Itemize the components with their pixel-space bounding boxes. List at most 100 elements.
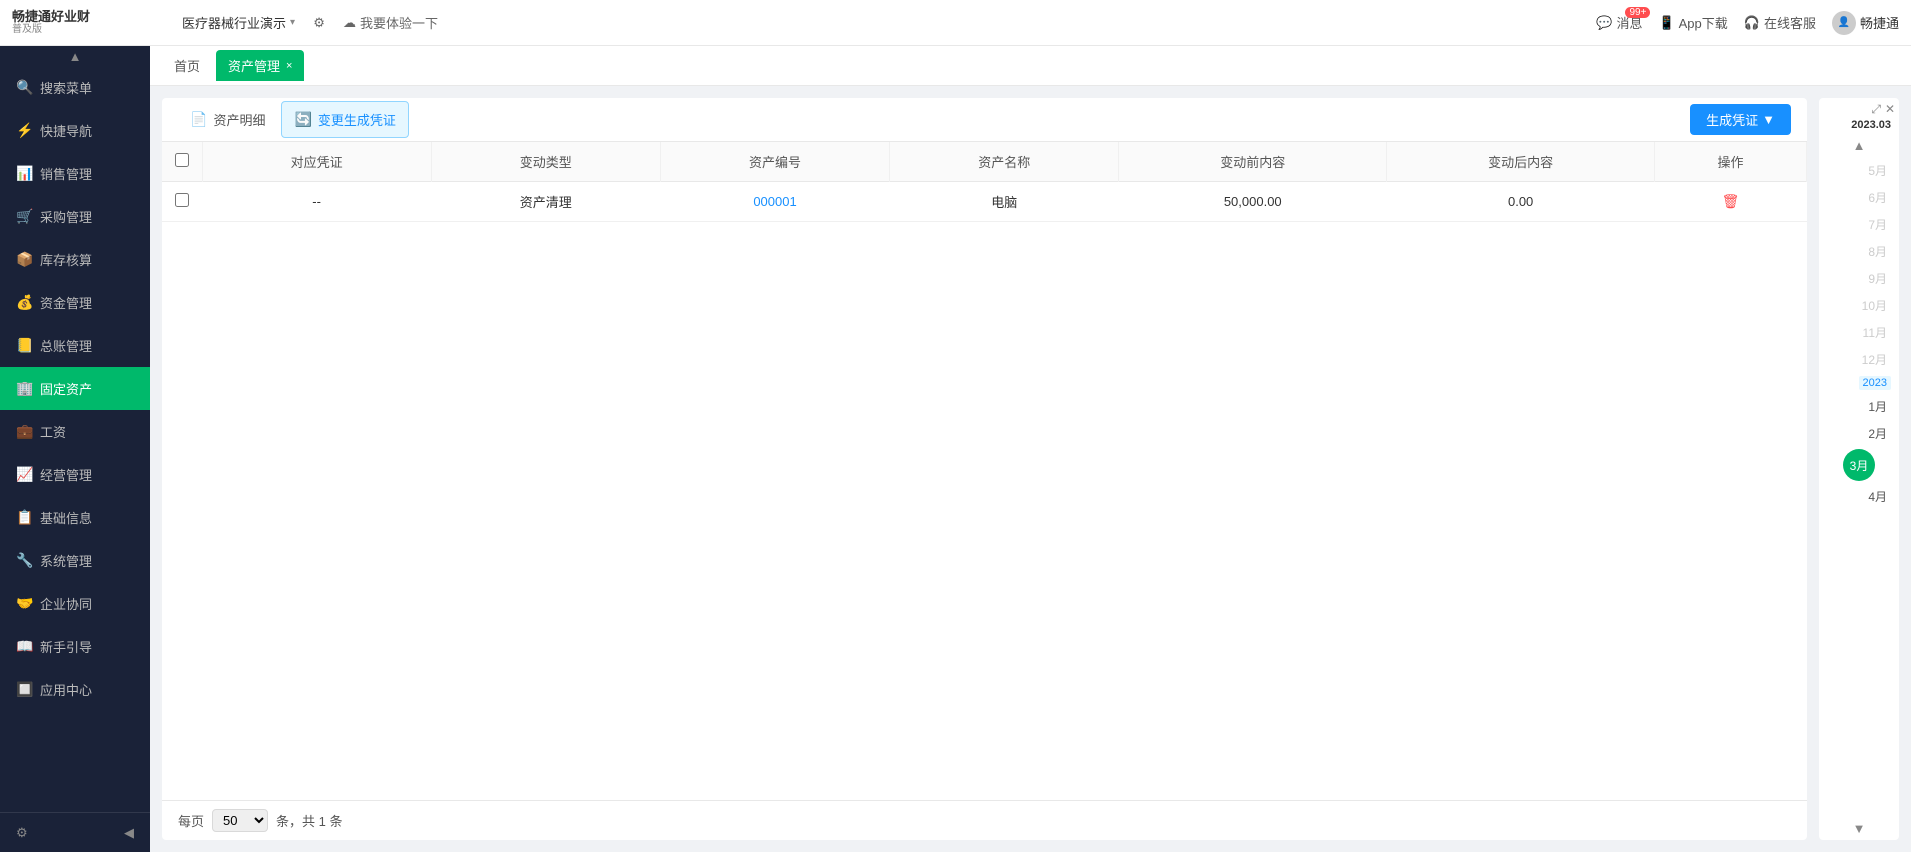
user-area[interactable]: 👤 畅捷通 (1832, 11, 1899, 35)
money-icon: 💰 (16, 294, 32, 311)
handshake-icon: 🤝 (16, 595, 32, 612)
data-table: 对应凭证 变动类型 资产编号 资产名称 变动前内容 变动后内容 操作 (162, 142, 1807, 222)
per-page-select[interactable]: 50 10 20 100 (212, 809, 268, 832)
main-panel: 📄 资产明细 🔄 变更生成凭证 生成凭证 ▼ (162, 98, 1807, 840)
th-action: 操作 (1655, 142, 1807, 182)
building-icon: 🏢 (16, 380, 32, 397)
calendar-month-11-prev[interactable]: 11月 (1819, 319, 1899, 346)
table-header-row: 对应凭证 变动类型 资产编号 资产名称 变动前内容 变动后内容 操作 (162, 142, 1807, 182)
td-asset-code[interactable]: 000001 (660, 182, 889, 222)
calendar-month-4[interactable]: 4月 (1819, 483, 1899, 510)
sidebar-item-label: 经营管理 (40, 465, 92, 484)
sidebar-item-label: 新手引导 (40, 637, 92, 656)
sub-tab-voucher-change[interactable]: 🔄 变更生成凭证 (281, 101, 408, 138)
sidebar: ▲ 🔍 搜索菜单 ⚡ 快捷导航 📊 销售管理 🛒 采购管理 📦 库存核算 (0, 46, 150, 852)
th-before-change: 变动前内容 (1119, 142, 1387, 182)
company-selector[interactable]: 医疗器械行业演示 ▾ (182, 13, 295, 32)
calendar-year-month: 2023.03 (1819, 117, 1899, 133)
calendar-scroll-down[interactable]: ▼ (1819, 816, 1899, 840)
app-download-button[interactable]: 📱 App下载 (1658, 13, 1727, 32)
gear-icon: ⚙ (313, 15, 325, 31)
generate-voucher-button[interactable]: 生成凭证 ▼ (1690, 104, 1791, 135)
table-row: -- 资产清理 000001 电脑 50,000.00 0.00 🗑 (162, 182, 1807, 222)
change-icon: 🔄 (294, 111, 311, 128)
calendar-month-3-container: 3月 (1819, 447, 1899, 483)
select-all-checkbox[interactable] (175, 153, 189, 167)
sidebar-item-app-center[interactable]: 🔲 应用中心 (0, 668, 150, 711)
calendar-close-icon[interactable]: ✕ (1885, 102, 1895, 117)
calendar-month-5-prev[interactable]: 5月 (1819, 157, 1899, 184)
logo-area: 畅捷通好业财 普及版 (12, 9, 162, 37)
calendar-scroll-up[interactable]: ▲ (1819, 133, 1899, 157)
sidebar-item-payroll[interactable]: 💼 工资 (0, 410, 150, 453)
sub-tab-asset-detail[interactable]: 📄 资产明细 (178, 102, 277, 137)
clipboard-icon: 📋 (16, 509, 32, 526)
th-checkbox (162, 142, 202, 182)
tab-close-button[interactable]: × (286, 60, 292, 72)
sidebar-settings-icon[interactable]: ⚙ (16, 825, 28, 841)
message-button[interactable]: 💬 消息 99+ (1596, 13, 1642, 32)
sidebar-item-enterprise[interactable]: 🤝 企业协同 (0, 582, 150, 625)
th-voucher: 对应凭证 (202, 142, 431, 182)
calendar-month-6-prev[interactable]: 6月 (1819, 184, 1899, 211)
pagination: 每页 50 10 20 100 条，共 1 条 (162, 800, 1807, 840)
sidebar-item-operations[interactable]: 📈 经营管理 (0, 453, 150, 496)
phone-icon: 📱 (1658, 15, 1674, 31)
td-change-type: 资产清理 (431, 182, 660, 222)
row-checkbox[interactable] (175, 193, 189, 207)
tab-home-label: 首页 (174, 59, 200, 74)
sidebar-collapse-icon[interactable]: ◀ (124, 825, 134, 841)
sidebar-item-sales[interactable]: 📊 销售管理 (0, 152, 150, 195)
sidebar-item-inventory[interactable]: 📦 库存核算 (0, 238, 150, 281)
calendar-panel: ⤢ ✕ 2023.03 ▲ 5月 6月 7月 8月 9月 10月 11月 12月 (1819, 98, 1899, 840)
calendar-month-1[interactable]: 1月 (1819, 393, 1899, 420)
calendar-month-8-prev[interactable]: 8月 (1819, 238, 1899, 265)
experience-label: 我要体验一下 (360, 13, 438, 32)
book-icon: 📒 (16, 337, 32, 354)
sidebar-item-label: 快捷导航 (40, 121, 92, 140)
table-container: 对应凭证 变动类型 资产编号 资产名称 变动前内容 变动后内容 操作 (162, 142, 1807, 800)
calendar-month-10-prev[interactable]: 10月 (1819, 292, 1899, 319)
th-change-type: 变动类型 (431, 142, 660, 182)
td-after-change: 0.00 (1387, 182, 1655, 222)
sidebar-item-guide[interactable]: 📖 新手引导 (0, 625, 150, 668)
document-icon: 📄 (190, 111, 207, 128)
page-content: 📄 资产明细 🔄 变更生成凭证 生成凭证 ▼ (150, 86, 1911, 852)
company-name: 医疗器械行业演示 (182, 13, 286, 32)
delete-button[interactable]: 🗑 (1722, 193, 1740, 209)
sidebar-item-system[interactable]: 🔧 系统管理 (0, 539, 150, 582)
service-label: 在线客服 (1764, 13, 1816, 32)
td-action: 🗑 (1655, 182, 1807, 222)
sidebar-item-search[interactable]: 🔍 搜索菜单 (0, 66, 150, 109)
calendar-month-2[interactable]: 2月 (1819, 420, 1899, 447)
headset-icon: 🎧 (1744, 15, 1760, 31)
avatar: 👤 (1832, 11, 1856, 35)
service-button[interactable]: 🎧 在线客服 (1744, 13, 1816, 32)
calendar-expand-icon[interactable]: ⤢ (1871, 102, 1881, 117)
tab-home[interactable]: 首页 (166, 56, 208, 75)
td-asset-name: 电脑 (890, 182, 1119, 222)
settings-button[interactable]: ⚙ (305, 9, 333, 37)
th-asset-name: 资产名称 (890, 142, 1119, 182)
tab-asset-management[interactable]: 资产管理 × (216, 50, 304, 81)
experience-button[interactable]: ☁ 我要体验一下 (343, 13, 438, 32)
sidebar-item-finance[interactable]: 💰 资金管理 (0, 281, 150, 324)
cart-icon: 🛒 (16, 208, 32, 225)
app-label: App下载 (1679, 13, 1728, 32)
sidebar-item-label: 应用中心 (40, 680, 92, 699)
calendar-month-12-prev[interactable]: 12月 (1819, 346, 1899, 373)
generate-btn-label: 生成凭证 (1706, 110, 1758, 129)
sidebar-item-basic-info[interactable]: 📋 基础信息 (0, 496, 150, 539)
sidebar-scroll-up[interactable]: ▲ (0, 46, 150, 66)
sidebar-item-quick-nav[interactable]: ⚡ 快捷导航 (0, 109, 150, 152)
box-icon: 📦 (16, 251, 32, 268)
sidebar-item-purchase[interactable]: 🛒 采购管理 (0, 195, 150, 238)
calendar-month-3[interactable]: 3月 (1843, 449, 1875, 481)
sidebar-item-ledger[interactable]: 📒 总账管理 (0, 324, 150, 367)
calendar-month-9-prev[interactable]: 9月 (1819, 265, 1899, 292)
top-header: 畅捷通好业财 普及版 医疗器械行业演示 ▾ ⚙ ☁ 我要体验一下 💬 消息 99… (0, 0, 1911, 46)
year-2023-marker[interactable]: 2023 (1859, 376, 1891, 390)
calendar-month-7-prev[interactable]: 7月 (1819, 211, 1899, 238)
sidebar-item-label: 搜索菜单 (40, 78, 92, 97)
sidebar-item-fixed-assets[interactable]: 🏢 固定资产 (0, 367, 150, 410)
